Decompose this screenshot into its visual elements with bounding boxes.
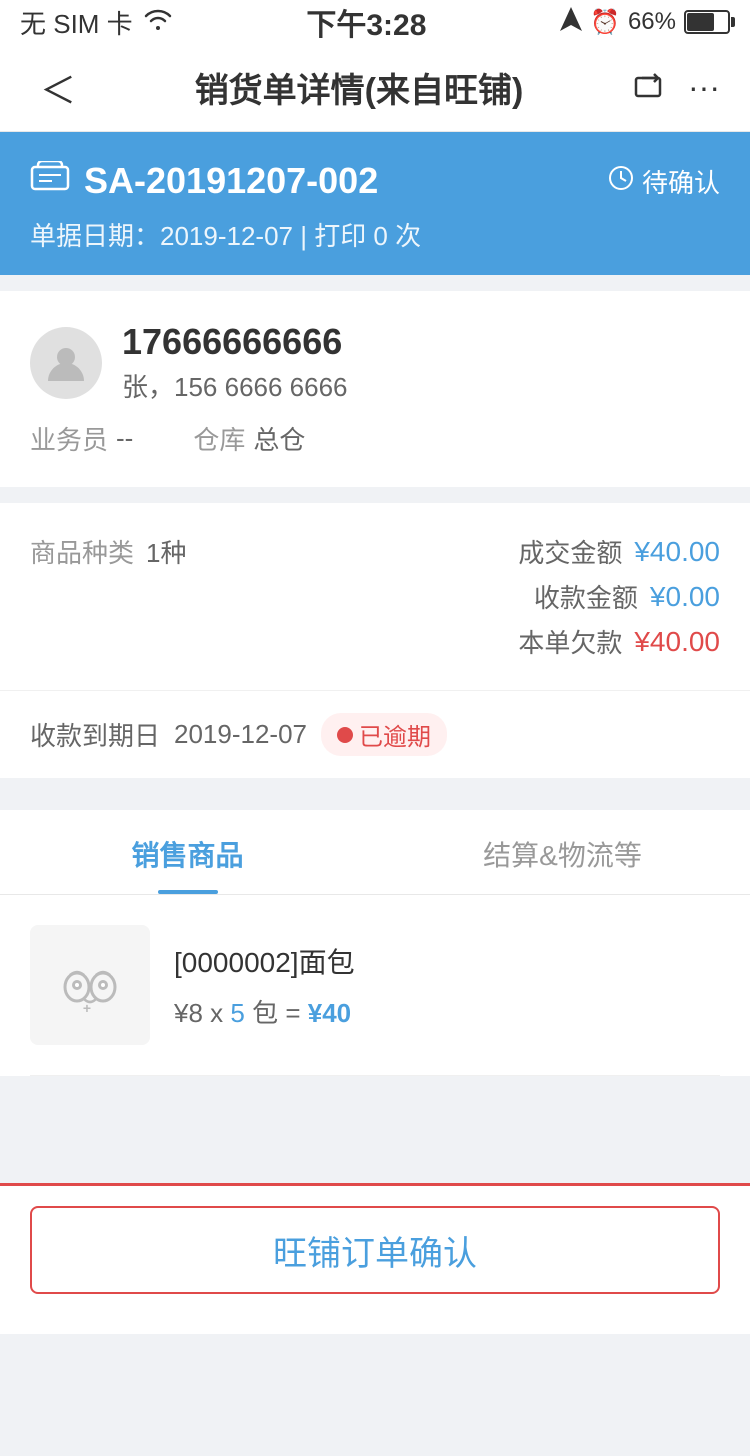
customer-meta: 业务员 -- 仓库 总仓 [30, 420, 720, 457]
transaction-row: 成交金额 ¥40.00 [518, 533, 720, 570]
status-right: ⏰ 66% [560, 5, 730, 40]
price-x: x [210, 998, 230, 1028]
share-icon[interactable] [632, 68, 664, 108]
warehouse-value: 总仓 [253, 420, 305, 457]
customer-name: 张，156 6666 6666 [122, 367, 348, 404]
product-name: [0000002]面包 [174, 941, 720, 981]
overdue-text: 已逾期 [359, 717, 431, 752]
tab-sales-label: 销售商品 [131, 840, 243, 871]
order-header: SA-20191207-002 待确认 单据日期：2019-12-07 | 打印… [0, 132, 750, 275]
back-button[interactable]: ＜ [30, 52, 86, 124]
product-thumbnail: + [30, 925, 150, 1045]
confirm-button-wrapper: 旺铺订单确认 [0, 1183, 750, 1334]
transaction-value: ¥40.00 [634, 536, 720, 568]
owl-logo-icon: + [50, 955, 130, 1015]
received-row: 收款金额 ¥0.00 [534, 578, 720, 615]
product-price: ¥8 x 5 包 = ¥40 [174, 993, 720, 1030]
summary-right: 成交金额 ¥40.00 收款金额 ¥0.00 本单欠款 ¥40.00 [518, 533, 720, 660]
tabs-container: 销售商品 结算&物流等 [0, 810, 750, 895]
overdue-dot-icon [337, 727, 353, 743]
order-meta: 单据日期：2019-12-07 | 打印 0 次 [30, 216, 720, 253]
tab-settlement-label: 结算&物流等 [483, 840, 642, 871]
battery-icon [684, 10, 730, 34]
warehouse-item: 仓库 总仓 [193, 420, 305, 457]
product-info: [0000002]面包 ¥8 x 5 包 = ¥40 [174, 941, 720, 1030]
unit-text: 包 [252, 998, 278, 1028]
tab-settlement[interactable]: 结算&物流等 [375, 810, 750, 894]
received-label: 收款金额 [534, 578, 638, 615]
svg-text:+: + [83, 1000, 91, 1015]
customer-main: 17666666666 张，156 6666 6666 [30, 321, 720, 404]
price-value: ¥8 [174, 998, 203, 1028]
due-date-label: 收款到期日 [30, 716, 160, 753]
transaction-label: 成交金额 [518, 533, 622, 570]
status-text: 待确认 [642, 163, 720, 200]
order-id-icon [30, 160, 70, 202]
status-time: 下午3:28 [306, 0, 426, 44]
due-date-value: 2019-12-07 [174, 719, 307, 750]
status-left: 无 SIM 卡 [20, 4, 173, 41]
salesperson-value: -- [116, 423, 133, 454]
due-label: 本单欠款 [518, 623, 622, 660]
confirm-order-button[interactable]: 旺铺订单确认 [30, 1206, 720, 1294]
summary-card: 商品种类 1种 成交金额 ¥40.00 收款金额 ¥0.00 本单欠款 ¥40.… [0, 503, 750, 690]
nav-bar: ＜ 销货单详情(来自旺铺) ··· [0, 44, 750, 132]
customer-card: 17666666666 张，156 6666 6666 业务员 -- 仓库 总仓 [0, 291, 750, 487]
avatar [30, 327, 102, 399]
confirm-button-label: 旺铺订单确认 [273, 1226, 477, 1275]
product-item: + [0000002]面包 ¥8 x 5 包 = ¥40 [30, 895, 720, 1076]
order-id-container: SA-20191207-002 [30, 160, 378, 202]
salesperson-label: 业务员 [30, 420, 108, 457]
received-value: ¥0.00 [650, 581, 720, 613]
summary-left: 商品种类 1种 [30, 533, 186, 570]
product-list: + [0000002]面包 ¥8 x 5 包 = ¥40 [0, 895, 750, 1076]
equals-sign: = [285, 998, 307, 1028]
customer-info: 17666666666 张，156 6666 6666 [122, 321, 348, 404]
nav-actions: ··· [632, 68, 720, 108]
goods-type-label: 商品种类 [30, 533, 134, 570]
due-value: ¥40.00 [634, 626, 720, 658]
quantity-value: 5 [230, 998, 244, 1028]
divider-2 [0, 778, 750, 794]
order-status: 待确认 [608, 163, 720, 200]
goods-type-value: 1种 [146, 533, 186, 570]
wifi-icon [143, 7, 173, 38]
due-date-bar: 收款到期日 2019-12-07 已逾期 [0, 690, 750, 778]
page-container: 无 SIM 卡 下午3:28 ⏰ 66% ＜ [0, 0, 750, 1456]
more-icon[interactable]: ··· [688, 69, 720, 106]
location-icon [560, 5, 582, 40]
alarm-icon: ⏰ [590, 8, 620, 37]
customer-phone: 17666666666 [122, 321, 348, 363]
warehouse-label: 仓库 [193, 420, 245, 457]
battery-percent: 66% [628, 8, 676, 36]
goods-type-row: 商品种类 1种 [30, 533, 186, 570]
thumb-inner: + [50, 955, 130, 1015]
overdue-badge: 已逾期 [321, 713, 447, 756]
due-row: 本单欠款 ¥40.00 [518, 623, 720, 660]
tab-sales-products[interactable]: 销售商品 [0, 810, 375, 894]
salesperson-item: 业务员 -- [30, 420, 133, 457]
total-value: ¥40 [308, 998, 351, 1028]
carrier-text: 无 SIM 卡 [20, 4, 133, 41]
status-bar: 无 SIM 卡 下午3:28 ⏰ 66% [0, 0, 750, 44]
divider-1 [0, 487, 750, 503]
order-id-text: SA-20191207-002 [84, 160, 378, 202]
clock-icon [608, 165, 634, 198]
page-title: 销货单详情(来自旺铺) [195, 63, 524, 112]
